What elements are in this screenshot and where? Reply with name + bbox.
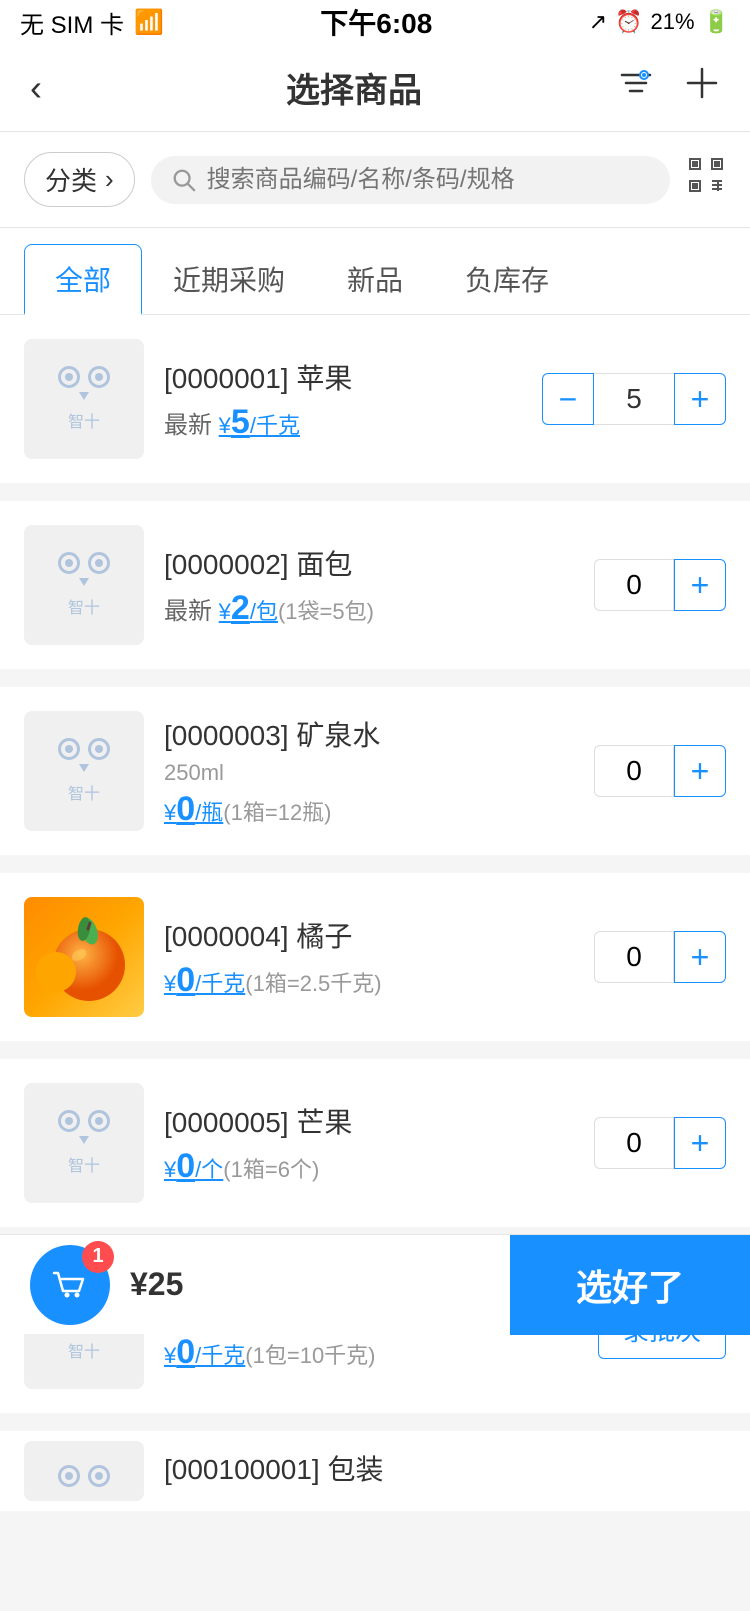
orange-illustration	[34, 907, 134, 1007]
product-name: [0000004] 橘子	[164, 915, 574, 955]
filter-icon[interactable]	[618, 65, 654, 111]
owl-logo: 智十	[58, 366, 110, 432]
quantity-control-0000003: +	[594, 745, 726, 797]
qty-input[interactable]	[594, 1117, 674, 1169]
product-list: 智十 [0000001] 苹果 最新 ¥5/千克 − + 智十	[0, 315, 750, 1611]
product-info-0000003: [0000003] 矿泉水 250ml ¥0/瓶(1箱=12瓶)	[164, 714, 574, 829]
back-button[interactable]: ‹	[30, 67, 90, 109]
product-name: [0000005] 芒果	[164, 1101, 574, 1141]
tab-all[interactable]: 全部	[24, 244, 142, 315]
nav-bar: ‹ 选择商品	[0, 44, 750, 132]
qty-plus-button[interactable]: +	[674, 373, 726, 425]
product-image-0000005: 智十	[24, 1083, 144, 1203]
cart-section: 1 ¥25	[0, 1245, 510, 1325]
status-right: ↗ ⏰ 21% 🔋	[589, 9, 730, 35]
quantity-control-0000002: +	[594, 559, 726, 611]
quantity-control-0000004: +	[594, 931, 726, 983]
product-info-0000005: [0000005] 芒果 ¥0/个(1箱=6个)	[164, 1101, 574, 1186]
qty-input[interactable]	[594, 931, 674, 983]
owl-logo: 智十	[58, 1110, 110, 1176]
category-button[interactable]: 分类 ›	[24, 152, 135, 207]
search-input[interactable]	[207, 166, 650, 194]
qty-plus-button[interactable]: +	[674, 1117, 726, 1169]
product-price: ¥0/千克(1包=10千克)	[164, 1333, 578, 1372]
qty-input[interactable]	[594, 745, 674, 797]
status-left: 无 SIM 卡 📶	[20, 5, 164, 40]
qty-input[interactable]	[594, 559, 674, 611]
quantity-control-0000005: +	[594, 1117, 726, 1169]
category-arrow: ›	[105, 164, 114, 195]
qty-input[interactable]	[594, 373, 674, 425]
add-icon[interactable]	[684, 65, 720, 111]
product-price: ¥0/千克(1箱=2.5千克)	[164, 961, 574, 1000]
search-bar: 分类 ›	[0, 132, 750, 228]
status-bar: 无 SIM 卡 📶 下午6:08 ↗ ⏰ 21% 🔋	[0, 0, 750, 44]
product-name: [0000001] 苹果	[164, 357, 522, 397]
product-image-0000003: 智十	[24, 711, 144, 831]
product-price: 最新 ¥5/千克	[164, 403, 522, 442]
product-name: [000100001] 包装	[164, 1448, 726, 1488]
product-item-0000004: [0000004] 橘子 ¥0/千克(1箱=2.5千克) +	[0, 873, 750, 1041]
battery-icon: 🔋	[703, 9, 730, 35]
product-info-0000002: [0000002] 面包 最新 ¥2/包(1袋=5包)	[164, 543, 574, 628]
product-name: [0000003] 矿泉水	[164, 714, 574, 754]
product-image-partial	[24, 1441, 144, 1501]
owl-logo: 智十	[58, 552, 110, 618]
alarm-icon: ⏰	[615, 9, 642, 35]
battery-label: 21%	[651, 9, 695, 35]
product-info-partial: [000100001] 包装	[164, 1448, 726, 1494]
confirm-button[interactable]: 选好了	[510, 1235, 750, 1335]
product-image-0000001: 智十	[24, 339, 144, 459]
qty-plus-button[interactable]: +	[674, 745, 726, 797]
search-icon	[171, 166, 197, 194]
cart-button[interactable]: 1	[30, 1245, 110, 1325]
product-item-0000005: 智十 [0000005] 芒果 ¥0/个(1箱=6个) +	[0, 1059, 750, 1227]
page-title: 选择商品	[286, 63, 422, 112]
cart-total: ¥25	[130, 1266, 183, 1303]
tab-recent[interactable]: 近期采购	[142, 244, 316, 314]
product-item-0000003: 智十 [0000003] 矿泉水 250ml ¥0/瓶(1箱=12瓶) +	[0, 687, 750, 855]
owl-logo: 智十	[58, 738, 110, 804]
qty-plus-button[interactable]: +	[674, 559, 726, 611]
nav-actions	[618, 65, 720, 111]
search-input-wrap[interactable]	[151, 156, 670, 204]
product-item-0000001: 智十 [0000001] 苹果 最新 ¥5/千克 − +	[0, 315, 750, 483]
product-info-0000001: [0000001] 苹果 最新 ¥5/千克	[164, 357, 522, 442]
barcode-icon[interactable]	[686, 155, 726, 204]
bottom-bar: 1 ¥25 选好了	[0, 1234, 750, 1334]
qty-plus-button[interactable]: +	[674, 931, 726, 983]
qty-minus-button[interactable]: −	[542, 373, 594, 425]
product-price: ¥0/瓶(1箱=12瓶)	[164, 790, 574, 829]
product-info-0000004: [0000004] 橘子 ¥0/千克(1箱=2.5千克)	[164, 915, 574, 1000]
product-item-0000002: 智十 [0000002] 面包 最新 ¥2/包(1袋=5包) +	[0, 501, 750, 669]
location-icon: ↗	[589, 9, 607, 35]
product-item-000100001: [000100001] 包装	[0, 1431, 750, 1511]
product-image-0000004	[24, 897, 144, 1017]
tab-new[interactable]: 新品	[316, 244, 434, 314]
product-price: 最新 ¥2/包(1袋=5包)	[164, 589, 574, 628]
time-label: 下午6:08	[320, 2, 432, 42]
tab-negative[interactable]: 负库存	[434, 244, 580, 314]
cart-badge: 1	[82, 1241, 114, 1273]
wifi-icon: 📶	[134, 8, 164, 37]
product-price: ¥0/个(1箱=6个)	[164, 1147, 574, 1186]
product-spec: 250ml	[164, 760, 574, 786]
quantity-control-0000001: − +	[542, 373, 726, 425]
product-image-0000002: 智十	[24, 525, 144, 645]
category-label: 分类	[45, 161, 97, 198]
carrier-label: 无 SIM 卡	[20, 5, 124, 40]
owl-logo	[58, 1455, 110, 1487]
tab-bar: 全部 近期采购 新品 负库存	[0, 228, 750, 315]
cart-icon	[48, 1263, 92, 1307]
product-name: [0000002] 面包	[164, 543, 574, 583]
